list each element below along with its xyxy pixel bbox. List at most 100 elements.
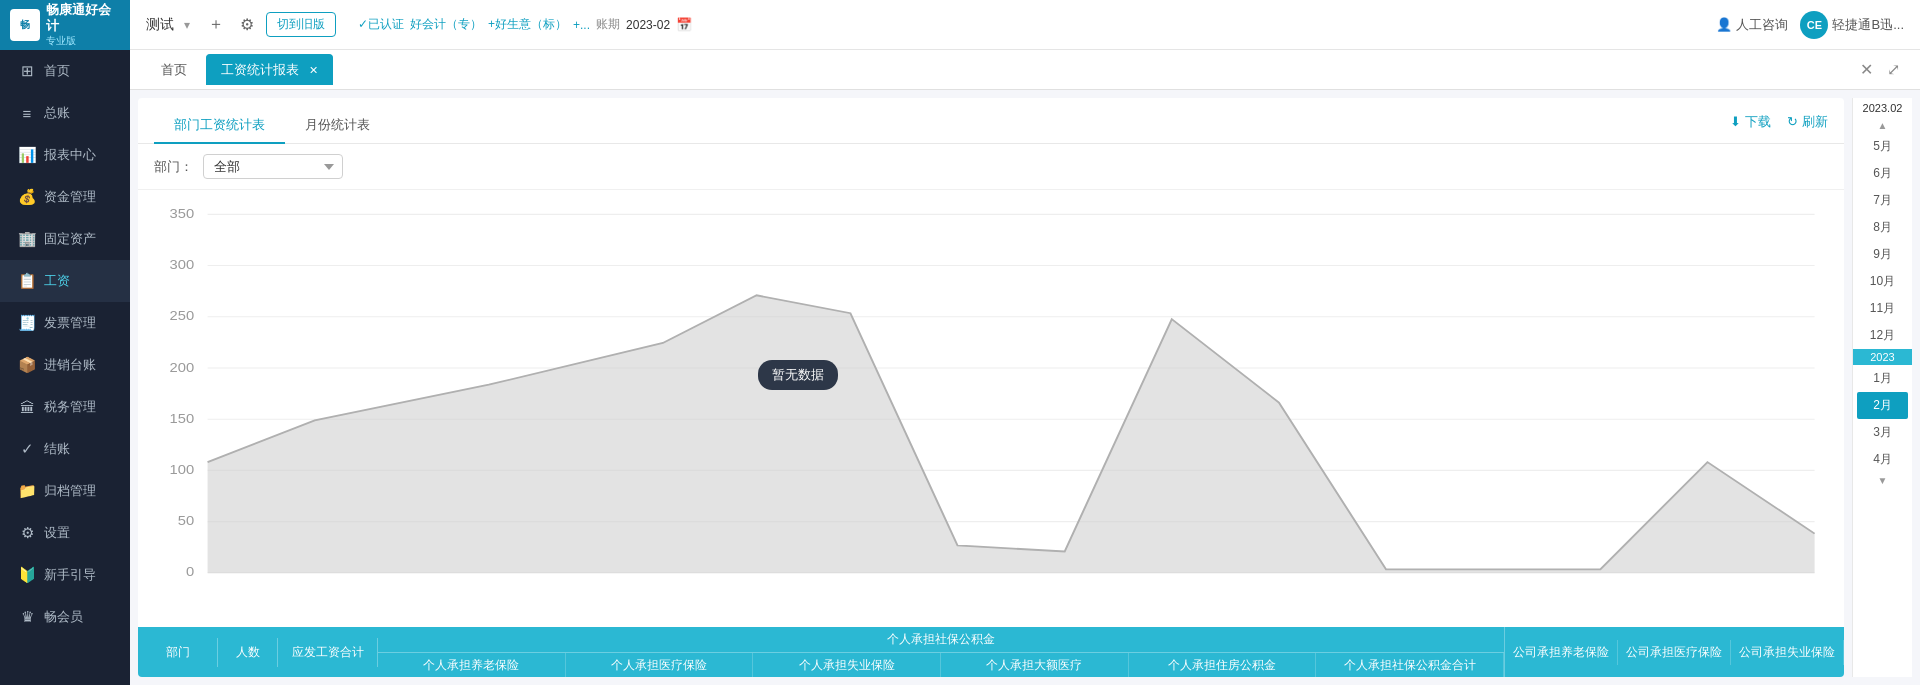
date-panel-up-arrow[interactable]: ▲ — [1853, 118, 1912, 133]
sidebar-icon-salary: 📋 — [18, 272, 36, 290]
date-month-11[interactable]: 11月 — [1853, 295, 1912, 322]
settings-button[interactable]: ⚙ — [236, 13, 258, 36]
refresh-icon: ↻ — [1787, 114, 1798, 129]
download-label: 下载 — [1745, 113, 1771, 131]
dept-select[interactable]: 全部 — [203, 154, 343, 179]
tab-home[interactable]: 首页 — [146, 54, 202, 85]
logo-icon: 畅 — [10, 9, 40, 41]
col-total-salary: 应发工资合计 — [278, 638, 378, 667]
sidebar-icon-funds: 💰 — [18, 188, 36, 206]
sidebar-label-salary: 工资 — [44, 272, 70, 290]
sidebar-item-funds[interactable]: 💰 资金管理 — [0, 176, 130, 218]
sidebar-icon-reports: 📊 — [18, 146, 36, 164]
logo-text-group: 畅康通好会计 专业版 — [46, 2, 120, 47]
user-name: 轻捷通B迅... — [1832, 16, 1904, 34]
sidebar-label-sales: 进销台账 — [44, 356, 96, 374]
date-month-5[interactable]: 5月 — [1853, 133, 1912, 160]
svg-text:100: 100 — [170, 462, 195, 477]
date-month-2[interactable]: 2月 — [1857, 392, 1908, 419]
ai-icon: 👤 — [1716, 17, 1732, 32]
sub-tab-dept[interactable]: 部门工资统计表 — [154, 108, 285, 144]
close-window-button[interactable]: ✕ — [1856, 58, 1877, 81]
sidebar-label-home: 首页 — [44, 62, 70, 80]
user-avatar-group[interactable]: CE 轻捷通B迅... — [1800, 11, 1904, 39]
topbar-status: ✓已认证 好会计（专） +好生意（标） +... 账期 2023-02 📅 — [358, 16, 692, 33]
sidebar-item-home[interactable]: ⊞ 首页 — [0, 50, 130, 92]
period-value: 2023-02 — [626, 18, 670, 32]
download-action[interactable]: ⬇ 下载 — [1730, 113, 1771, 131]
sidebar-item-vip[interactable]: ♛ 畅会员 — [0, 596, 130, 638]
date-month-9[interactable]: 9月 — [1853, 241, 1912, 268]
date-month-3[interactable]: 3月 — [1853, 419, 1912, 446]
sidebar-label-assets: 固定资产 — [44, 230, 96, 248]
toolbar: 部门： 全部 — [138, 144, 1844, 190]
group-personal: 个人承担社保公积金 个人承担养老保险 个人承担医疗保险 个人承担失业保险 个人承… — [378, 627, 1505, 677]
project-dropdown-arrow[interactable]: ▾ — [184, 18, 190, 32]
sidebar-item-archive[interactable]: 📁 归档管理 — [0, 470, 130, 512]
sidebar-icon-sales: 📦 — [18, 356, 36, 374]
expand-window-button[interactable]: ⤢ — [1883, 58, 1904, 81]
tabbar: 首页 工资统计报表 ✕ ✕ ⤢ — [130, 50, 1920, 90]
sidebar-label-settle: 结账 — [44, 440, 70, 458]
sidebar-item-settle[interactable]: ✓ 结账 — [0, 428, 130, 470]
status-certified: ✓已认证 — [358, 16, 404, 33]
sidebar: 畅 畅康通好会计 专业版 ⊞ 首页 ≡ 总账 📊 报表中心 💰 资金管理 🏢 固… — [0, 0, 130, 685]
sidebar-item-assets[interactable]: 🏢 固定资产 — [0, 218, 130, 260]
add-button[interactable]: ＋ — [204, 12, 228, 37]
col-dept: 部门 — [138, 638, 218, 667]
content-area: 部门工资统计表 月份统计表 ⬇ 下载 ↻ 刷新 — [130, 90, 1920, 685]
col-count: 人数 — [218, 638, 278, 667]
status-accounting: 好会计（专） — [410, 16, 482, 33]
dept-label: 部门： — [154, 158, 193, 176]
refresh-label: 刷新 — [1802, 113, 1828, 131]
sidebar-item-reports[interactable]: 📊 报表中心 — [0, 134, 130, 176]
svg-text:350: 350 — [170, 206, 195, 221]
sidebar-icon-tax: 🏛 — [18, 399, 36, 416]
col-personal-big-medical: 个人承担大额医疗 — [941, 653, 1129, 678]
logo-badge: 专业版 — [46, 34, 120, 48]
date-month-10[interactable]: 10月 — [1853, 268, 1912, 295]
date-month-1[interactable]: 1月 — [1853, 365, 1912, 392]
date-month-6[interactable]: 6月 — [1853, 160, 1912, 187]
sidebar-icon-vip: ♛ — [18, 608, 36, 626]
date-panel-year-badge-2023[interactable]: 2023 — [1853, 349, 1912, 365]
sub-tab-monthly[interactable]: 月份统计表 — [285, 108, 390, 144]
date-month-4[interactable]: 4月 — [1853, 446, 1912, 473]
period-calendar-icon[interactable]: 📅 — [676, 17, 692, 32]
sidebar-nav: ⊞ 首页 ≡ 总账 📊 报表中心 💰 资金管理 🏢 固定资产 📋 工资 🧾 发票… — [0, 50, 130, 685]
sidebar-item-guide[interactable]: 🔰 新手引导 — [0, 554, 130, 596]
sidebar-label-ledger: 总账 — [44, 104, 70, 122]
tab-close-icon[interactable]: ✕ — [309, 64, 318, 76]
salary-chart: 350 300 250 200 150 100 50 0 — [154, 200, 1828, 617]
col-personal-total: 个人承担社保公积金合计 — [1316, 653, 1504, 678]
sidebar-label-funds: 资金管理 — [44, 188, 96, 206]
date-panel: 2023.02 ▲ 5月 6月 7月 8月 9月 10月 11月 12月 202… — [1852, 98, 1912, 677]
sidebar-label-tax: 税务管理 — [44, 398, 96, 416]
svg-marker-16 — [208, 295, 1815, 573]
date-month-12[interactable]: 12月 — [1853, 322, 1912, 349]
date-panel-down-arrow[interactable]: ▼ — [1853, 473, 1912, 488]
date-month-7[interactable]: 7月 — [1853, 187, 1912, 214]
svg-text:0: 0 — [186, 564, 194, 579]
ai-consult-button[interactable]: 👤 人工咨询 — [1716, 16, 1788, 34]
col-personal-medical: 个人承担医疗保险 — [566, 653, 754, 678]
sidebar-item-settings[interactable]: ⚙ 设置 — [0, 512, 130, 554]
sidebar-item-invoices[interactable]: 🧾 发票管理 — [0, 302, 130, 344]
sub-tab-monthly-label: 月份统计表 — [305, 117, 370, 132]
col-personal-housing: 个人承担住房公积金 — [1129, 653, 1317, 678]
switch-old-version-button[interactable]: 切到旧版 — [266, 12, 336, 37]
refresh-action[interactable]: ↻ 刷新 — [1787, 113, 1828, 131]
tab-salary-report[interactable]: 工资统计报表 ✕ — [206, 54, 333, 85]
logo-title: 畅康通好会计 — [46, 2, 120, 33]
sidebar-item-sales[interactable]: 📦 进销台账 — [0, 344, 130, 386]
svg-text:50: 50 — [178, 513, 195, 528]
col-company-medical: 公司承担医疗保险 — [1618, 640, 1731, 665]
topbar-right: 👤 人工咨询 CE 轻捷通B迅... — [1716, 11, 1904, 39]
topbar: 测试 ▾ ＋ ⚙ 切到旧版 ✓已认证 好会计（专） +好生意（标） +... 账… — [130, 0, 1920, 50]
sidebar-logo: 畅 畅康通好会计 专业版 — [0, 0, 130, 50]
sidebar-item-ledger[interactable]: ≡ 总账 — [0, 92, 130, 134]
sidebar-item-tax[interactable]: 🏛 税务管理 — [0, 386, 130, 428]
sidebar-item-salary[interactable]: 📋 工资 — [0, 260, 130, 302]
sub-tab-dept-label: 部门工资统计表 — [174, 117, 265, 132]
date-month-8[interactable]: 8月 — [1853, 214, 1912, 241]
